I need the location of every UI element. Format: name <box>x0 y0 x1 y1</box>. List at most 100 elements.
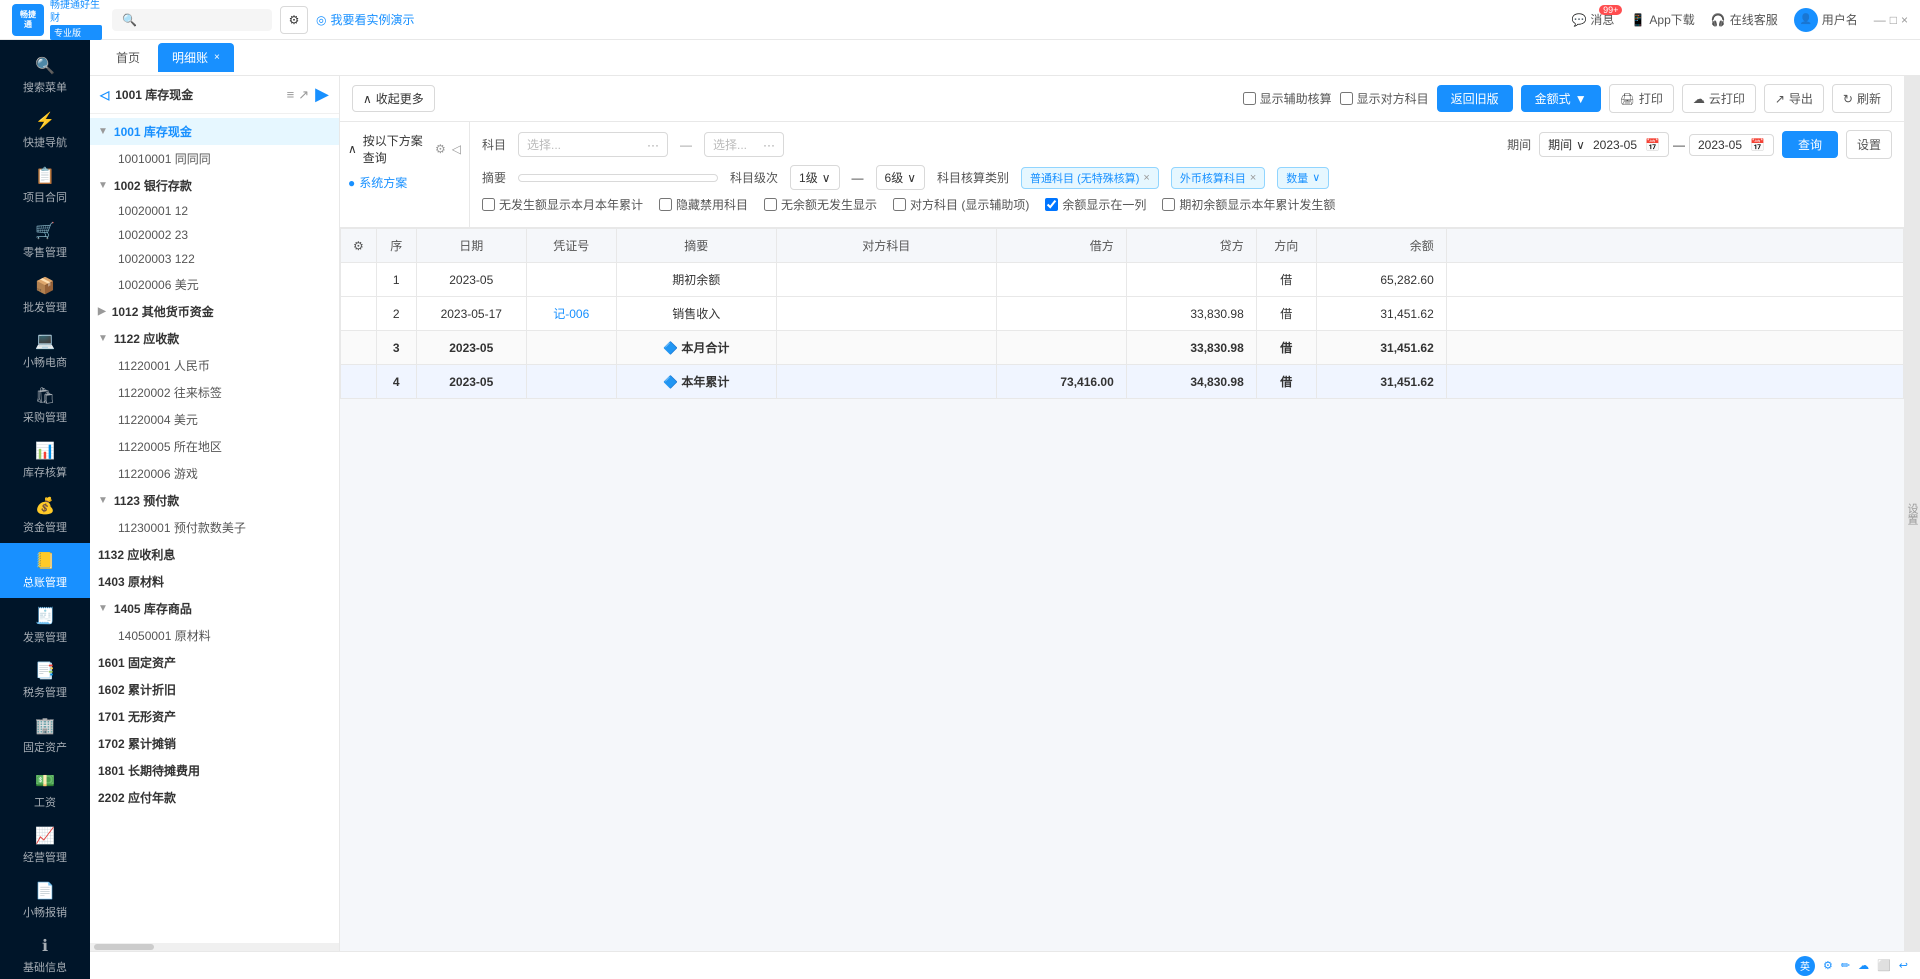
return-old-btn[interactable]: 返回旧版 <box>1437 85 1513 112</box>
tree-item-10020001[interactable]: 10020001 12 <box>90 199 339 223</box>
tab-ledger[interactable]: 明细账 × <box>158 43 234 72</box>
tree-item-1002[interactable]: ▼ 1002 银行存款 <box>90 172 339 199</box>
sidebar-item-invoice[interactable]: 🧾 发票管理 <box>0 598 90 653</box>
period-start-input[interactable]: 期间 ∨ 2023-05 📅 <box>1539 132 1669 157</box>
status-edit-icon[interactable]: ✏ <box>1841 959 1850 972</box>
tree-item-1123[interactable]: ▼ 1123 预付款 <box>90 487 339 514</box>
tree-item-11220002[interactable]: 11220002 往来标签 <box>90 379 339 406</box>
status-cloud-icon[interactable]: ☁ <box>1858 959 1869 972</box>
show-opposite-input[interactable] <box>1340 92 1353 105</box>
tree-item-2202[interactable]: 2202 应付年款 <box>90 784 339 811</box>
maximize-btn[interactable]: □ <box>1890 13 1897 27</box>
cloud-print-btn[interactable]: ☁ 云打印 <box>1682 84 1756 113</box>
sidebar-item-retail[interactable]: 🛒 零售管理 <box>0 213 90 268</box>
sidebar-item-salary[interactable]: 💵 工资 <box>0 763 90 818</box>
print-btn[interactable]: 🖨 打印 <box>1609 84 1674 113</box>
query-settings-icon[interactable]: ⚙ <box>435 142 446 156</box>
message-btn[interactable]: 💬 消息 99+ <box>1571 11 1614 28</box>
tree-item-1403[interactable]: 1403 原材料 <box>90 568 339 595</box>
sidebar-item-project[interactable]: 📋 项目合同 <box>0 158 90 213</box>
horizontal-scrollbar[interactable] <box>90 943 339 951</box>
sidebar-item-ecommerce[interactable]: 💻 小畅电商 <box>0 323 90 378</box>
sidebar-item-business[interactable]: 📈 经营管理 <box>0 818 90 873</box>
tree-item-1602[interactable]: 1602 累计折旧 <box>90 676 339 703</box>
sidebar-item-finance[interactable]: 💰 资金管理 <box>0 488 90 543</box>
opposite-input[interactable] <box>893 198 906 211</box>
tab-close-icon[interactable]: × <box>214 52 220 63</box>
user-area[interactable]: 👤 用户名 <box>1794 8 1858 32</box>
calendar-icon[interactable]: 📅 <box>1645 138 1660 152</box>
tree-item-11220004[interactable]: 11220004 美元 <box>90 406 339 433</box>
sidebar-item-tax[interactable]: 📑 税务管理 <box>0 653 90 708</box>
status-settings-icon[interactable]: ⚙ <box>1823 959 1833 972</box>
tree-item-1701[interactable]: 1701 无形资产 <box>90 703 339 730</box>
panel-expand-icon[interactable]: ≡ <box>287 87 295 103</box>
system-plan-item[interactable]: ● 系统方案 <box>348 174 461 191</box>
query-close-icon[interactable]: ◁ <box>452 142 461 156</box>
tree-item-1601[interactable]: 1601 固定资产 <box>90 649 339 676</box>
translate-icon[interactable]: 英 <box>1795 956 1815 976</box>
scrollbar-thumb[interactable] <box>94 944 154 950</box>
tag-foreign-close[interactable]: × <box>1250 172 1256 184</box>
show-aux-input[interactable] <box>1243 92 1256 105</box>
tree-item-1801[interactable]: 1801 长期待摊费用 <box>90 757 339 784</box>
account-filter-end[interactable]: 选择... ··· <box>704 132 784 157</box>
status-undo-icon[interactable]: ↩ <box>1899 959 1908 972</box>
show-aux-checkbox[interactable]: 显示辅助核算 <box>1243 90 1332 107</box>
right-collapse-tab[interactable]: 设置 <box>1904 76 1920 951</box>
close-btn[interactable]: × <box>1901 13 1908 27</box>
voucher-link[interactable]: 记-006 <box>553 307 589 321</box>
amount-format-btn[interactable]: 金额式 ▼ <box>1521 85 1601 112</box>
tree-item-11230001[interactable]: 11230001 预付款数美子 <box>90 514 339 541</box>
settings-btn[interactable]: 设置 <box>1846 130 1892 159</box>
tree-item-1001[interactable]: ▼ 1001 库存现金 <box>90 118 339 145</box>
no-balance-input[interactable] <box>764 198 777 211</box>
row-voucher-cell[interactable]: 记-006 <box>526 297 616 331</box>
opposite-check[interactable]: 对方科目 (显示辅助项) <box>893 196 1029 213</box>
period-end-input[interactable]: 2023-05 📅 <box>1689 134 1774 156</box>
tree-item-10020003[interactable]: 10020003 122 <box>90 247 339 271</box>
tree-item-1122[interactable]: ▼ 1122 应收款 <box>90 325 339 352</box>
settings-icon[interactable]: ⚙ <box>280 6 308 34</box>
col-settings-icon[interactable]: ⚙ <box>353 239 364 253</box>
no-balance-check[interactable]: 无余额无发生显示 <box>764 196 877 213</box>
tree-item-11220006[interactable]: 11220006 游戏 <box>90 460 339 487</box>
sidebar-item-ledger[interactable]: 📒 总账管理 <box>0 543 90 598</box>
sidebar-item-purchase[interactable]: 🛍 采购管理 <box>0 378 90 433</box>
tree-item-11220001[interactable]: 11220001 人民币 <box>90 352 339 379</box>
sidebar-item-report[interactable]: 📄 小畅报销 <box>0 873 90 928</box>
no-transaction-input[interactable] <box>482 198 495 211</box>
tree-item-14050001[interactable]: 14050001 原材料 <box>90 622 339 649</box>
level-end-select[interactable]: 6级 ∨ <box>876 165 925 190</box>
online-service-btn[interactable]: 🎧 在线客服 <box>1711 11 1778 28</box>
sidebar-item-quick-nav[interactable]: ⚡ 快捷导航 <box>0 103 90 158</box>
sidebar-item-wholesale[interactable]: 📦 批发管理 <box>0 268 90 323</box>
tree-item-1405[interactable]: ▼ 1405 库存商品 <box>90 595 339 622</box>
nav-arrow-icon[interactable]: ▶ <box>315 84 329 105</box>
tree-item-10020002[interactable]: 10020002 23 <box>90 223 339 247</box>
expand-btn[interactable]: ∧ 收起更多 <box>352 85 435 112</box>
show-opposite-checkbox[interactable]: 显示对方科目 <box>1340 90 1429 107</box>
calendar-end-icon[interactable]: 📅 <box>1750 138 1765 152</box>
panel-collapse-icon[interactable]: ↗ <box>298 87 309 103</box>
hide-disabled-input[interactable] <box>659 198 672 211</box>
sidebar-item-fixed-asset[interactable]: 🏢 固定资产 <box>0 708 90 763</box>
minimize-btn[interactable]: — <box>1874 13 1886 27</box>
tree-item-10020006[interactable]: 10020006 美元 <box>90 271 339 298</box>
show-balance-input[interactable] <box>1045 198 1058 211</box>
demo-link[interactable]: ◎ 我要看实例演示 <box>316 11 415 28</box>
search-input[interactable] <box>143 13 243 27</box>
opening-balance-input[interactable] <box>1162 198 1175 211</box>
sidebar-item-basic[interactable]: ℹ 基础信息 <box>0 928 90 979</box>
tree-item-10010001[interactable]: 10010001 同同同 <box>90 145 339 172</box>
summary-input[interactable] <box>518 174 718 182</box>
no-transaction-check[interactable]: 无发生额显示本月本年累计 <box>482 196 643 213</box>
search-bar[interactable]: 🔍 <box>112 9 272 31</box>
export-btn[interactable]: ↗ 导出 <box>1764 84 1824 113</box>
hide-disabled-check[interactable]: 隐藏禁用科目 <box>659 196 748 213</box>
query-btn[interactable]: 查询 <box>1782 131 1838 158</box>
tree-item-1702[interactable]: 1702 累计摊销 <box>90 730 339 757</box>
tree-item-1132[interactable]: 1132 应收利息 <box>90 541 339 568</box>
account-filter-input[interactable]: 选择... ··· <box>518 132 668 157</box>
sidebar-item-inventory[interactable]: 📊 库存核算 <box>0 433 90 488</box>
